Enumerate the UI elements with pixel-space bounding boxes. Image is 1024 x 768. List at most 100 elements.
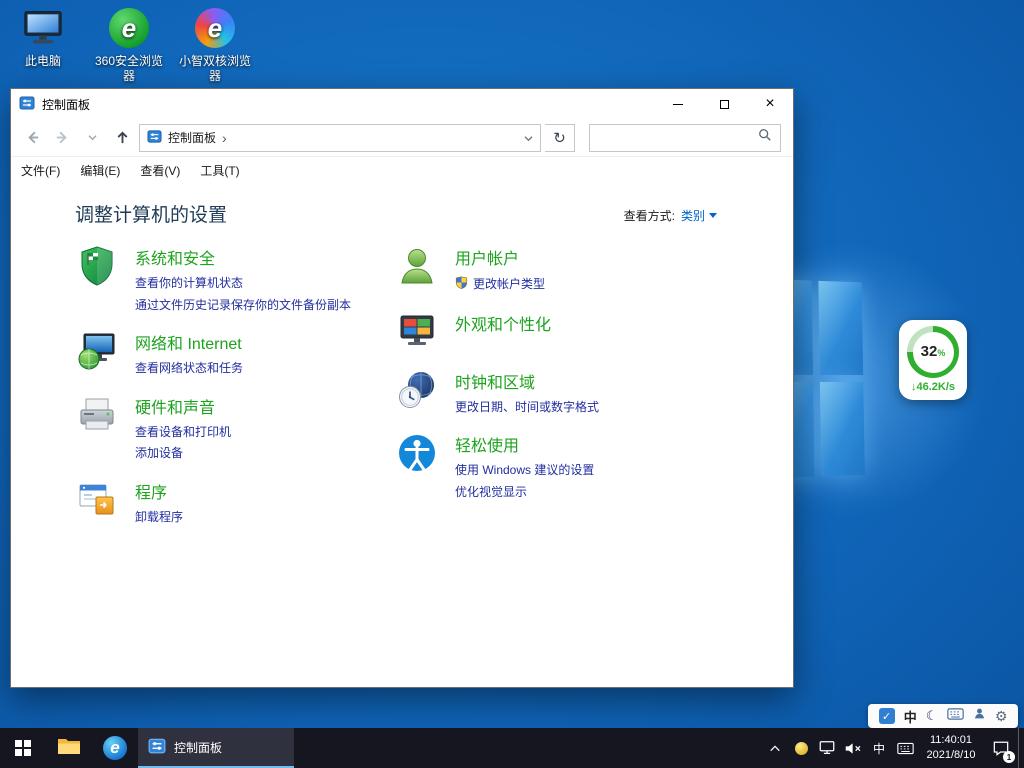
ime-keyboard-icon[interactable]: [947, 707, 964, 725]
volume-muted-icon[interactable]: [840, 728, 866, 768]
download-progress-badge[interactable]: 32 % ↓46.2K/s: [899, 320, 967, 400]
category-title-ease-of-access[interactable]: 轻松使用: [455, 432, 594, 456]
ime-toolbar: ✓ 中 ☾ ⚙: [868, 704, 1018, 728]
task-link[interactable]: 添加设备: [135, 446, 231, 462]
network-monitor-icon[interactable]: [75, 329, 119, 373]
close-button[interactable]: ×: [747, 89, 793, 119]
task-link[interactable]: 查看网络状态和任务: [135, 361, 243, 377]
show-desktop-button[interactable]: [1018, 728, 1024, 768]
address-bar[interactable]: 控制面板 ›: [139, 124, 541, 152]
printer-icon[interactable]: [75, 393, 119, 437]
up-button[interactable]: [109, 125, 135, 151]
desktop-icon-xiaozhi-browser[interactable]: e 小智双核浏览器: [178, 6, 252, 84]
category-column-right: 用户帐户 更改帐户类型: [395, 244, 731, 516]
task-link[interactable]: 查看设备和打印机: [135, 425, 231, 441]
control-panel-content: 调整计算机的设置 查看方式: 类别: [11, 184, 793, 687]
xiaozhi-browser-icon: e: [193, 6, 237, 50]
recent-pages-dropdown[interactable]: [79, 125, 105, 151]
programs-icon[interactable]: [75, 478, 119, 522]
windows-logo-pane: [819, 381, 865, 476]
desktop-icon-label: 此电脑: [25, 54, 61, 69]
maximize-icon: [720, 100, 729, 109]
clock-time: 11:40:01: [930, 733, 972, 748]
address-dropdown-icon[interactable]: [524, 131, 533, 145]
category-title-clock-region[interactable]: 时钟和区域: [455, 369, 599, 393]
appearance-monitor-icon[interactable]: [395, 310, 439, 354]
tray-chevron-up-icon[interactable]: [762, 728, 788, 768]
category-user-accounts: 用户帐户 更改帐户类型: [395, 244, 731, 300]
taskbar-active-control-panel[interactable]: 控制面板: [138, 728, 294, 768]
task-link[interactable]: 查看你的计算机状态: [135, 276, 351, 292]
clock-region-icon[interactable]: [395, 368, 439, 412]
ime-mode-chinese[interactable]: 中: [904, 707, 917, 726]
tray-app-ball-icon[interactable]: [788, 728, 814, 768]
category-clock-region: 时钟和区域 更改日期、时间或数字格式: [395, 368, 731, 422]
progress-percent-sign: %: [937, 348, 945, 358]
download-speed: ↓46.2K/s: [911, 381, 955, 393]
task-link[interactable]: 通过文件历史记录保存你的文件备份副本: [135, 298, 351, 314]
task-link[interactable]: 使用 Windows 建议的设置: [455, 463, 594, 479]
network-status-icon[interactable]: [814, 728, 840, 768]
menu-view[interactable]: 查看(V): [140, 162, 180, 179]
touch-keyboard-icon[interactable]: [892, 728, 918, 768]
category-title-hardware-sound[interactable]: 硬件和声音: [135, 394, 231, 418]
view-by-value[interactable]: 类别: [681, 207, 717, 224]
category-title-network-internet[interactable]: 网络和 Internet: [135, 330, 243, 354]
desktop-icon-this-pc[interactable]: 此电脑: [6, 6, 80, 84]
windows-start-icon: [15, 740, 31, 756]
menu-file[interactable]: 文件(F): [21, 162, 60, 179]
category-title-user-accounts[interactable]: 用户帐户: [455, 245, 545, 269]
window-title: 控制面板: [42, 96, 90, 113]
category-title-appearance[interactable]: 外观和个性化: [455, 311, 551, 335]
desktop-icon-360-browser[interactable]: e 360安全浏览器: [92, 6, 166, 84]
ease-of-access-icon[interactable]: [395, 431, 439, 475]
uac-shield-icon: [455, 276, 468, 294]
maximize-button[interactable]: [701, 89, 747, 119]
menu-edit[interactable]: 编辑(E): [80, 162, 120, 179]
progress-ring: 32 %: [907, 326, 959, 378]
start-button[interactable]: [0, 728, 46, 768]
file-explorer-button[interactable]: [46, 728, 92, 768]
category-system-security: 系统和安全 查看你的计算机状态 通过文件历史记录保存你的文件备份副本: [75, 244, 381, 319]
taskbar-task-label: 控制面板: [174, 739, 222, 756]
category-title-programs[interactable]: 程序: [135, 479, 183, 503]
taskbar: e 控制面板 中 11:40:01 2021/8/10: [0, 728, 1024, 768]
breadcrumb[interactable]: 控制面板: [168, 129, 216, 146]
progress-percent: 32: [921, 344, 938, 359]
category-title-system-security[interactable]: 系统和安全: [135, 245, 351, 269]
system-tray: 中 11:40:01 2021/8/10 1: [762, 728, 1024, 768]
back-button[interactable]: [19, 125, 45, 151]
user-accounts-icon[interactable]: [395, 244, 439, 288]
moon-punctuation-icon[interactable]: ☾: [926, 708, 938, 724]
360-browser-icon: e: [107, 6, 151, 50]
task-link[interactable]: 卸载程序: [135, 510, 183, 526]
task-link-change-account-type[interactable]: 更改帐户类型: [455, 276, 545, 294]
search-input[interactable]: [598, 131, 758, 145]
browser-button[interactable]: e: [92, 728, 138, 768]
page-title: 调整计算机的设置: [75, 200, 227, 227]
desktop-icon-label: 小智双核浏览器: [178, 54, 252, 84]
ime-logo-icon[interactable]: ✓: [879, 708, 895, 724]
taskbar-clock[interactable]: 11:40:01 2021/8/10: [918, 728, 984, 768]
task-link[interactable]: 优化视觉显示: [455, 485, 594, 501]
system-security-shield-icon[interactable]: [75, 244, 119, 288]
windows-logo-pane: [818, 281, 863, 375]
tray-ime-indicator[interactable]: 中: [866, 728, 892, 768]
forward-button[interactable]: [49, 125, 75, 151]
breadcrumb-chevron-icon[interactable]: ›: [222, 130, 227, 146]
control-panel-app-icon: [19, 95, 35, 114]
category-programs: 程序 卸载程序: [75, 478, 381, 532]
minimize-icon: [673, 104, 683, 105]
ime-settings-gear-icon[interactable]: ⚙: [995, 708, 1008, 725]
minimize-button[interactable]: [655, 89, 701, 119]
ime-user-icon[interactable]: [973, 707, 986, 725]
task-link[interactable]: 更改日期、时间或数字格式: [455, 400, 599, 416]
search-box[interactable]: [589, 124, 781, 152]
refresh-button[interactable]: ↻: [545, 124, 575, 152]
control-panel-window: 控制面板 ×: [10, 88, 794, 688]
title-bar: 控制面板 ×: [11, 89, 793, 119]
action-center-button[interactable]: 1: [984, 728, 1018, 768]
folder-icon: [57, 736, 81, 761]
search-icon[interactable]: [758, 128, 772, 147]
menu-tools[interactable]: 工具(T): [200, 162, 239, 179]
